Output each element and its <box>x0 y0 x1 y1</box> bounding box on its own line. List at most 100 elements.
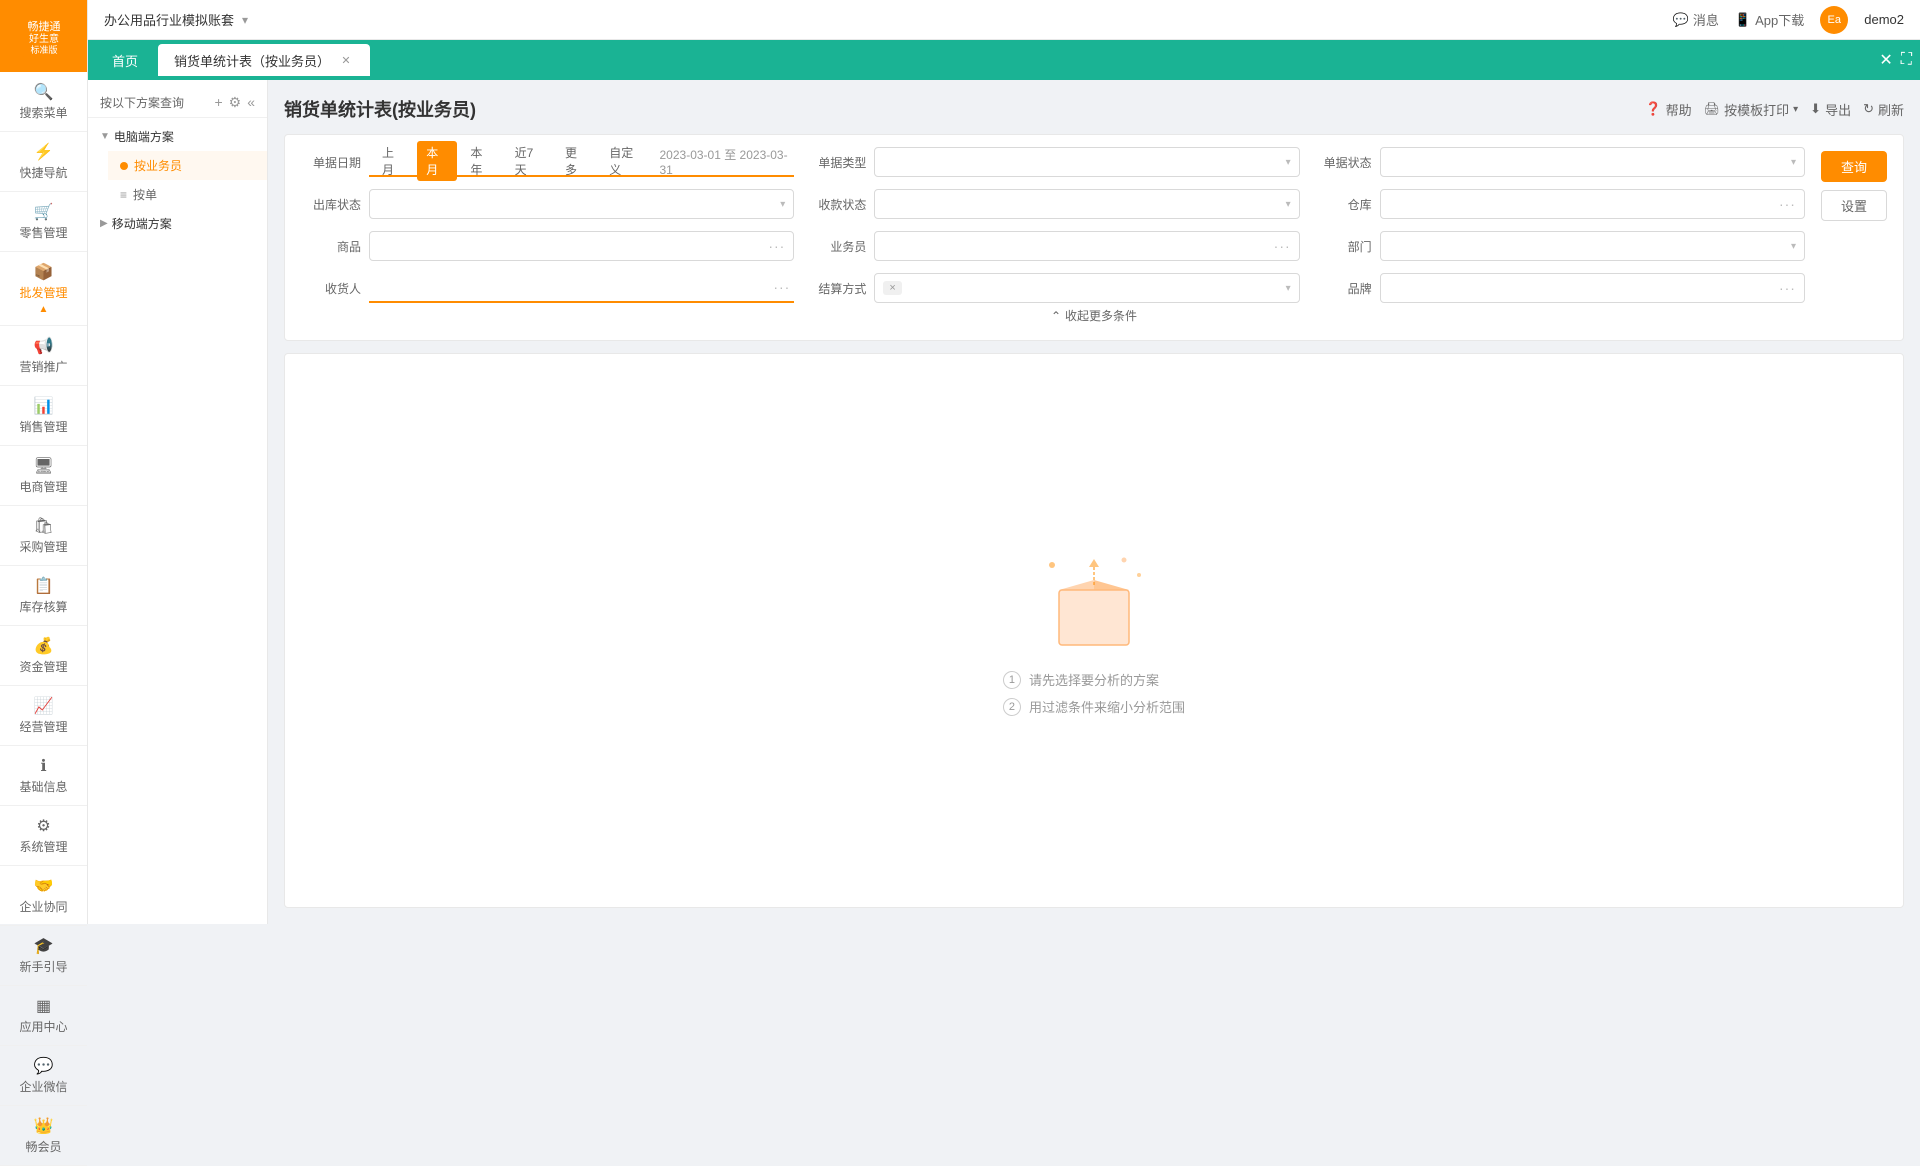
sidebar-item-finance[interactable]: 💰 资金管理 <box>0 626 87 686</box>
query-button[interactable]: 查询 <box>1821 151 1887 182</box>
tab-home[interactable]: 首页 <box>96 44 154 76</box>
settlement-tag-close[interactable]: × <box>889 282 895 294</box>
export-icon: ⬇ <box>1810 101 1821 117</box>
tab-close-icon[interactable]: ✕ <box>338 52 354 68</box>
export-button[interactable]: ⬇ 导出 <box>1810 100 1851 119</box>
scheme-sub-desktop: 按业务员 ≡ 按单 <box>88 151 267 209</box>
sidebar-item-wechat[interactable]: 💬 企业微信 <box>0 1046 87 1106</box>
date-btn-more[interactable]: 更多 <box>556 141 596 181</box>
sidebar-item-label: 营销推广 <box>5 358 82 375</box>
brand-select[interactable]: ··· <box>1380 273 1805 303</box>
date-btn-last-month[interactable]: 上月 <box>373 141 413 181</box>
svg-text:畅捷通: 畅捷通 <box>27 19 60 33</box>
filter-settlement-item: 结算方式 × ▾ <box>806 273 1299 303</box>
salesperson-select[interactable]: ··· <box>874 231 1299 261</box>
app-download-button[interactable]: 📱 App下载 <box>1735 10 1804 29</box>
warehouse-select[interactable]: ··· <box>1380 189 1805 219</box>
tab-report[interactable]: 销货单统计表（按业务员） ✕ <box>158 44 370 76</box>
sidebar-item-sales[interactable]: 📊 销售管理 <box>0 386 87 446</box>
sidebar-item-label: 电商管理 <box>5 478 82 495</box>
sidebar-item-guide[interactable]: 🎓 新手引导 <box>0 926 87 986</box>
sidebar-item-enterprise[interactable]: 🤝 企业协同 <box>0 866 87 926</box>
content-body: 按以下方案查询 + ⚙ « ▼ 电脑端方案 按业务员 <box>88 80 1920 924</box>
finance-icon: 💰 <box>5 636 82 656</box>
sidebar-item-member[interactable]: 👑 畅会员 <box>0 1106 87 1166</box>
wholesale-icon: 📦 <box>5 262 82 282</box>
user-avatar[interactable]: Ea <box>1820 6 1848 34</box>
scheme-group-mobile: ▶ 移动端方案 <box>88 209 267 238</box>
by-order-label: 按单 <box>133 186 157 203</box>
search-icon: 🔍 <box>5 82 82 102</box>
filter-card: 单据日期 上月 本月 本年 近7天 更多 自定义 <box>284 134 1904 341</box>
filter-stockstatus-item: 出库状态 ▾ <box>301 189 794 219</box>
scheme-group-mobile-header[interactable]: ▶ 移动端方案 <box>88 209 267 238</box>
scheme-add-icon[interactable]: + <box>214 94 222 111</box>
tab-report-label: 销货单统计表（按业务员） <box>174 51 330 70</box>
scheme-item-by-order[interactable]: ≡ 按单 <box>108 180 267 209</box>
department-select[interactable]: ▾ <box>1380 231 1805 261</box>
date-btn-7days[interactable]: 近7天 <box>506 141 552 181</box>
scheme-item-salesperson[interactable]: 按业务员 <box>108 151 267 180</box>
tab-close-all-icon[interactable]: ✕ <box>1879 50 1892 70</box>
sidebar-item-quick-nav[interactable]: ⚡ 快捷导航 <box>0 132 87 192</box>
message-button[interactable]: 💬 消息 <box>1673 10 1719 29</box>
topbar: 办公用品行业模拟账套 ▾ 💬 消息 📱 App下载 Ea demo2 <box>88 0 1920 40</box>
scheme-settings-icon[interactable]: ⚙ <box>229 94 242 111</box>
scheme-collapse-icon[interactable]: « <box>247 94 255 111</box>
logo-image: 畅捷通 好生意 标准版 <box>20 10 68 58</box>
sidebar-item-label: 库存核算 <box>5 598 82 615</box>
filter-goods-item: 商品 ··· <box>301 231 794 261</box>
sidebar-logo[interactable]: 畅捷通 好生意 标准版 <box>0 0 87 72</box>
member-icon: 👑 <box>5 1116 82 1136</box>
docstatus-label: 单据状态 <box>1312 154 1372 171</box>
sidebar-item-purchase[interactable]: 🛍 采购管理 <box>0 506 87 566</box>
stockstatus-arrow: ▾ <box>780 199 785 210</box>
print-arrow-icon: ▾ <box>1793 104 1798 115</box>
doctype-label: 单据类型 <box>806 154 866 171</box>
sidebar-item-system[interactable]: ⚙ 系统管理 <box>0 806 87 866</box>
scheme-group-desktop-header[interactable]: ▼ 电脑端方案 <box>88 122 267 151</box>
sidebar-item-operations[interactable]: 📈 经营管理 <box>0 686 87 746</box>
sidebar-item-search[interactable]: 🔍 搜索菜单 <box>0 72 87 132</box>
refresh-button[interactable]: ↻ 刷新 <box>1863 100 1904 119</box>
fullscreen-icon[interactable]: ⛶ <box>1901 51 1912 69</box>
scheme-group-desktop: ▼ 电脑端方案 按业务员 ≡ 按单 <box>88 122 267 209</box>
app-download-label: App下载 <box>1755 10 1804 29</box>
date-btn-this-year[interactable]: 本年 <box>461 141 501 181</box>
sidebar-item-app-center[interactable]: ▦ 应用中心 <box>0 986 87 1046</box>
sidebar-item-ecommerce[interactable]: 🖥 电商管理 <box>0 446 87 506</box>
collapse-button[interactable]: ⌃ 收起更多条件 <box>1051 307 1137 324</box>
docstatus-select[interactable]: ▾ <box>1380 147 1805 177</box>
print-icon: 🖨 <box>1704 101 1721 117</box>
date-btn-this-month[interactable]: 本月 <box>417 141 457 181</box>
doctype-select[interactable]: ▾ <box>874 147 1299 177</box>
sidebar-item-label: 批发管理 <box>5 284 82 301</box>
filter-docstatus-item: 单据状态 ▾ <box>1312 147 1805 177</box>
print-button[interactable]: 🖨 按模板打印 ▾ <box>1704 100 1799 119</box>
filter-date-item: 单据日期 上月 本月 本年 近7天 更多 自定义 <box>301 147 794 177</box>
sidebar-item-marketing[interactable]: 📢 营销推广 <box>0 326 87 386</box>
settlement-select[interactable]: × ▾ <box>874 273 1299 303</box>
receiver-label: 收货人 <box>301 280 361 297</box>
paymentstatus-select[interactable]: ▾ <box>874 189 1299 219</box>
stockstatus-select[interactable]: ▾ <box>369 189 794 219</box>
date-control[interactable]: 上月 本月 本年 近7天 更多 自定义 2023-03-01 至 2023-03… <box>369 147 794 177</box>
sidebar-item-label: 采购管理 <box>5 538 82 555</box>
date-btn-custom[interactable]: 自定义 <box>600 141 651 181</box>
goods-select[interactable]: ··· <box>369 231 794 261</box>
filter-row-3: 商品 ··· 业务员 ··· <box>301 231 1805 261</box>
filter-doctype-item: 单据类型 ▾ <box>806 147 1299 177</box>
filter-fields: 单据日期 上月 本月 本年 近7天 更多 自定义 <box>301 147 1805 303</box>
sidebar-item-wholesale[interactable]: 📦 批发管理 ▲ <box>0 252 87 326</box>
sidebar-item-retail[interactable]: 🛒 零售管理 <box>0 192 87 252</box>
user-name[interactable]: demo2 <box>1864 12 1904 27</box>
receiver-control[interactable]: ··· <box>369 273 794 303</box>
filter-main-area: 单据日期 上月 本月 本年 近7天 更多 自定义 <box>301 147 1887 303</box>
refresh-label: 刷新 <box>1878 100 1904 119</box>
sidebar-item-inventory[interactable]: 📋 库存核算 <box>0 566 87 626</box>
help-button[interactable]: ❓ 帮助 <box>1645 100 1691 119</box>
settings-button[interactable]: 设置 <box>1821 190 1887 221</box>
svg-text:标准版: 标准版 <box>30 44 57 55</box>
topbar-dropdown-icon[interactable]: ▾ <box>242 13 248 27</box>
sidebar-item-basic-info[interactable]: ℹ 基础信息 <box>0 746 87 806</box>
